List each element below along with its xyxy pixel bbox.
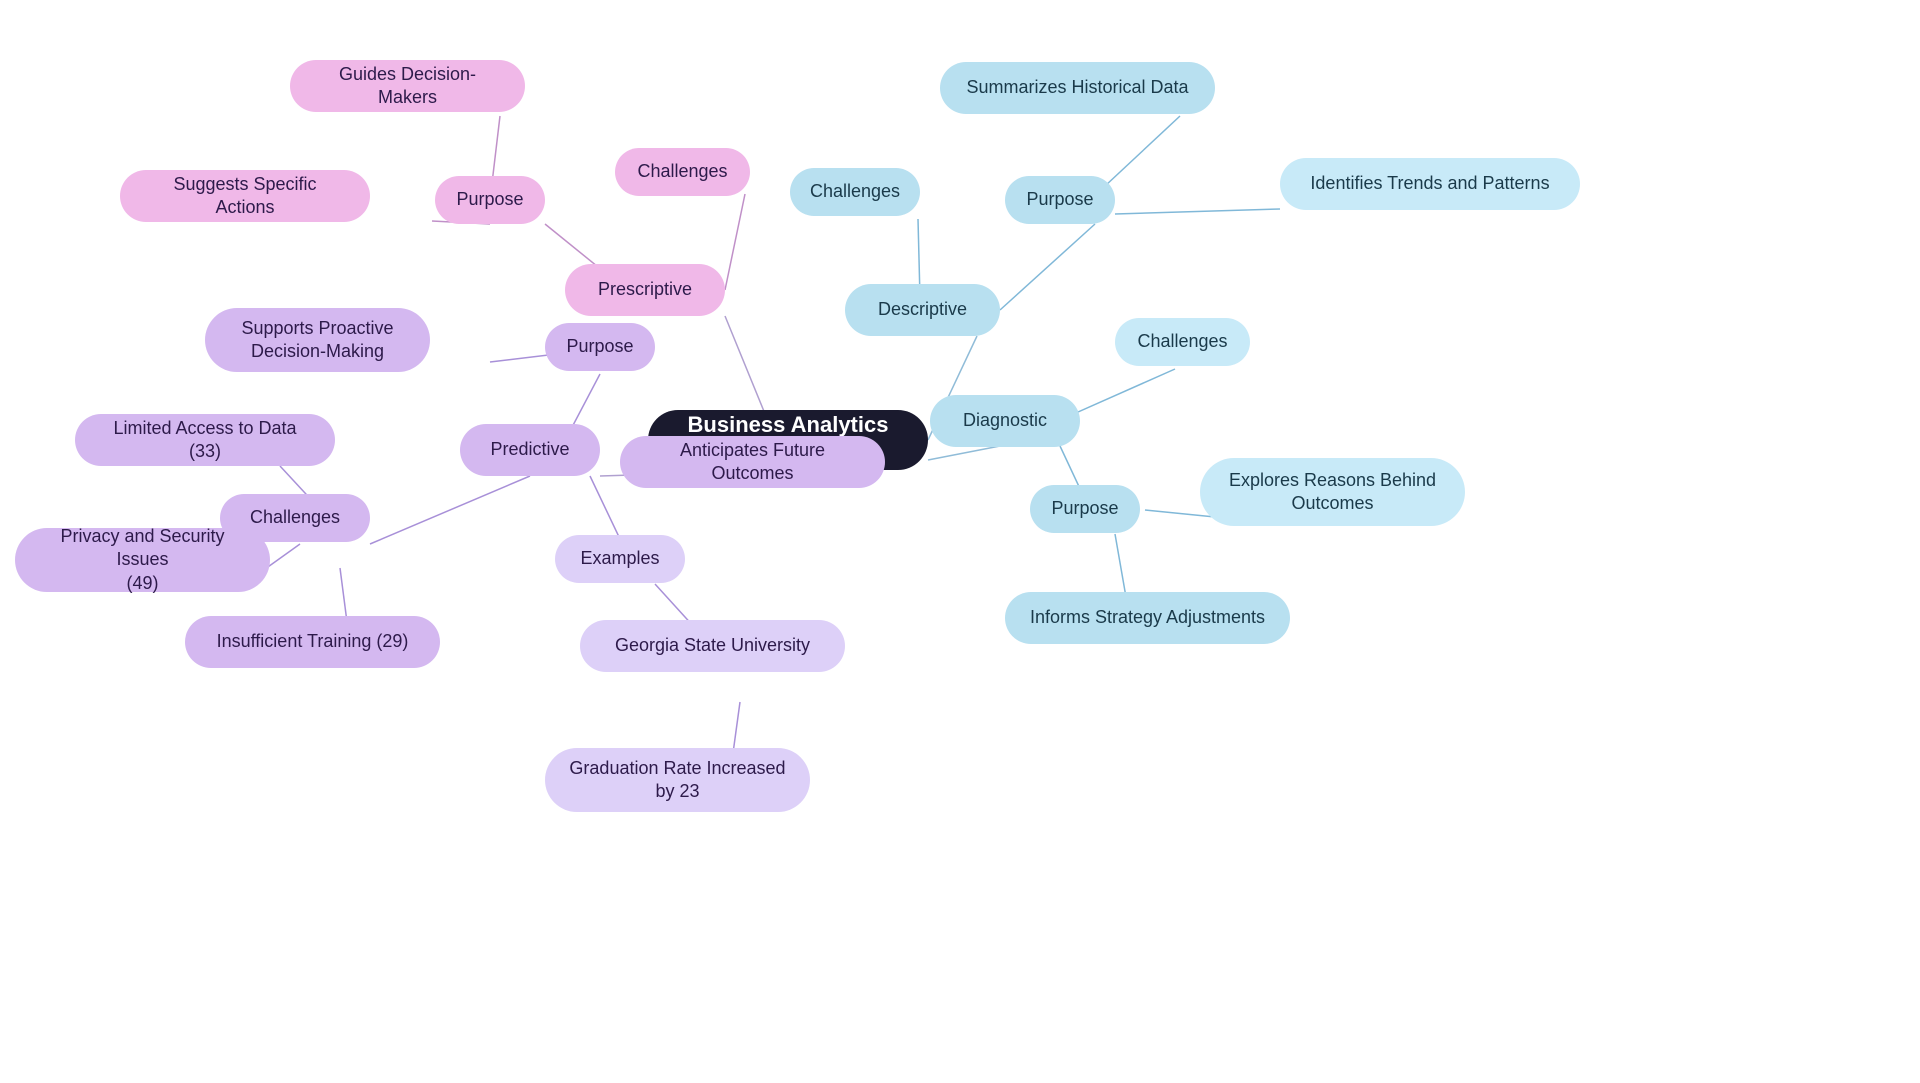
limited-access-node: Limited Access to Data (33) — [75, 414, 335, 466]
summarizes-node: Summarizes Historical Data — [940, 62, 1215, 114]
explores-reasons-node: Explores Reasons Behind Outcomes — [1200, 458, 1465, 526]
graduation-rate-node: Graduation Rate Increased by 23 — [545, 748, 810, 812]
descriptive-node: Descriptive — [845, 284, 1000, 336]
prescriptive-node: Prescriptive — [565, 264, 725, 316]
privacy-security-node: Privacy and Security Issues (49) — [15, 528, 270, 592]
mind-map: Business Analytics Types Prescriptive Pu… — [0, 0, 1920, 1083]
guides-decision-node: Guides Decision-Makers — [290, 60, 525, 112]
examples-node: Examples — [555, 535, 685, 583]
prescriptive-challenges-node: Challenges — [615, 148, 750, 196]
descriptive-challenges-node: Challenges — [790, 168, 920, 216]
descriptive-purpose-node: Purpose — [1005, 176, 1115, 224]
informs-strategy-node: Informs Strategy Adjustments — [1005, 592, 1290, 644]
predictive-purpose-node: Purpose — [545, 323, 655, 371]
anticipates-node: Anticipates Future Outcomes — [620, 436, 885, 488]
suggests-actions-node: Suggests Specific Actions — [120, 170, 370, 222]
prescriptive-purpose-node: Purpose — [435, 176, 545, 224]
diagnostic-challenges-node: Challenges — [1115, 318, 1250, 366]
diagnostic-purpose-node: Purpose — [1030, 485, 1140, 533]
predictive-node: Predictive — [460, 424, 600, 476]
insufficient-training-node: Insufficient Training (29) — [185, 616, 440, 668]
supports-proactive-node: Supports Proactive Decision-Making — [205, 308, 430, 372]
identifies-trends-node: Identifies Trends and Patterns — [1280, 158, 1580, 210]
diagnostic-node: Diagnostic — [930, 395, 1080, 447]
georgia-state-node: Georgia State University — [580, 620, 845, 672]
